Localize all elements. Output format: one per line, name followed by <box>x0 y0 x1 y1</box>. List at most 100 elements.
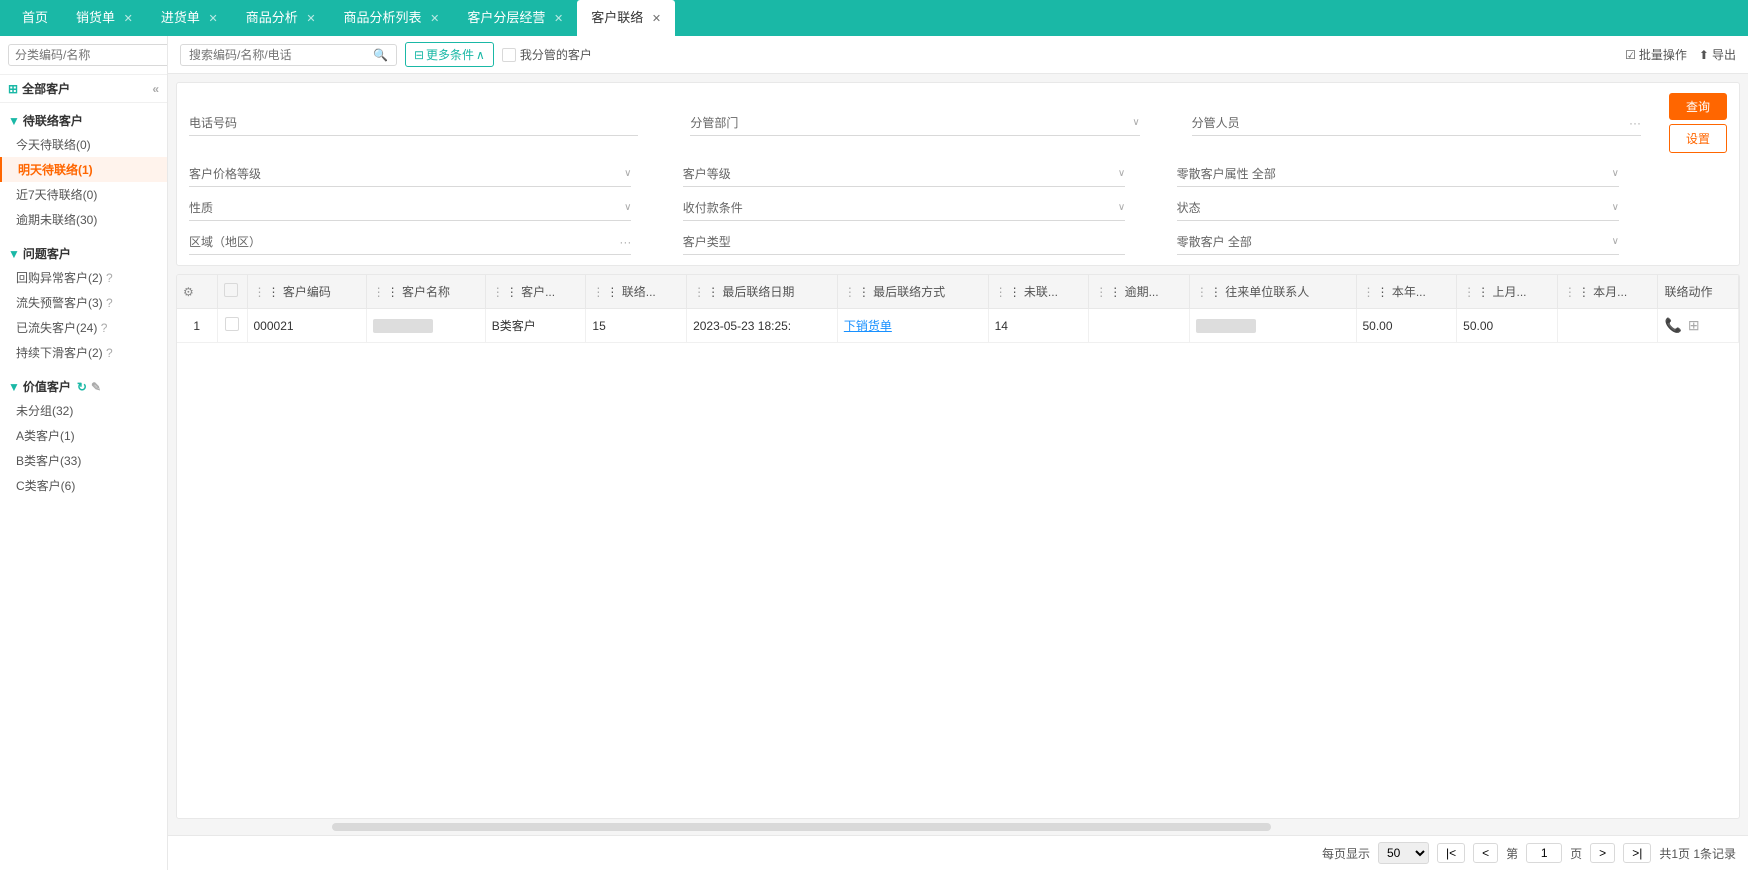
action-phone-icon[interactable]: 📞 <box>1664 317 1681 334</box>
th-contact-person[interactable]: ⋮ 往来单位联系人 <box>1189 275 1356 309</box>
filter-icon: ⊟ <box>414 48 424 62</box>
sidebar-item-7days[interactable]: 近7天待联络(0) <box>0 182 167 207</box>
td-checkbox[interactable] <box>217 309 247 343</box>
filter-price-level-arrow[interactable]: ∨ <box>624 168 631 179</box>
nav-analysis-list-close[interactable]: ✕ <box>430 13 439 25</box>
export-icon: ⬆ <box>1699 48 1709 62</box>
gear-icon[interactable]: ⚙ <box>183 285 194 299</box>
nav-analysis-close[interactable]: ✕ <box>306 13 315 25</box>
th-last-month[interactable]: ⋮ 上月... <box>1457 275 1558 309</box>
nav-home[interactable]: 首页 <box>8 0 62 36</box>
prev-page-btn[interactable]: < <box>1473 843 1498 863</box>
filter-region-dots[interactable]: ··· <box>619 235 631 249</box>
sidebar-item-class-a[interactable]: A类客户(1) <box>0 423 167 448</box>
sidebar-item-today[interactable]: 今天待联络(0) <box>0 132 167 157</box>
th-uncontacted[interactable]: ⋮ 未联... <box>988 275 1089 309</box>
td-num: 1 <box>177 309 217 343</box>
filter-customer-type-label: 客户类型 <box>683 233 743 250</box>
last-method-link[interactable]: 下销货单 <box>844 319 892 333</box>
my-customer-check[interactable] <box>502 48 516 62</box>
next-page-btn[interactable]: > <box>1590 843 1615 863</box>
export-btn[interactable]: ⬆ 导出 <box>1699 46 1736 63</box>
filter-status-input[interactable] <box>1245 201 1612 215</box>
th-contact-count[interactable]: ⋮ 联络... <box>586 275 687 309</box>
filter-retail-arrow[interactable]: ∨ <box>1612 236 1619 247</box>
th-settings[interactable]: ⚙ <box>177 275 217 309</box>
filter-payment-input[interactable] <box>751 201 1118 215</box>
page-number-input[interactable] <box>1526 843 1562 863</box>
filter-price-level-input[interactable] <box>269 167 624 181</box>
filter-region-input[interactable] <box>269 235 619 249</box>
td-last-method[interactable]: 下销货单 <box>837 309 988 343</box>
sidebar-item-ungrouped[interactable]: 未分组(32) <box>0 398 167 423</box>
th-overdue[interactable]: ⋮ 逾期... <box>1089 275 1190 309</box>
sidebar-group-problem-title[interactable]: ▼ 问题客户 <box>0 240 167 265</box>
sidebar-item-churned[interactable]: 已流失客户(24) ? <box>0 315 167 340</box>
th-last-date[interactable]: ⋮ 最后联络日期 <box>687 275 838 309</box>
my-customer-label: 我分管的客户 <box>520 46 592 63</box>
filter-dept-arrow[interactable]: ∨ <box>1132 117 1139 128</box>
filter-payment-arrow[interactable]: ∨ <box>1118 202 1125 213</box>
sidebar-all-customers[interactable]: ⊞ 全部客户 « <box>0 75 167 103</box>
filter-retail-attr-input[interactable] <box>1284 167 1612 181</box>
filter-retail-input[interactable] <box>1260 235 1612 249</box>
sidebar-item-class-c[interactable]: C类客户(6) <box>0 473 167 498</box>
filter-nature-arrow[interactable]: ∨ <box>624 202 631 213</box>
query-btn[interactable]: 查询 <box>1669 93 1727 120</box>
nav-analysis[interactable]: 商品分析 ✕ <box>232 0 330 36</box>
th-code[interactable]: ⋮ 客户编码 <box>247 275 366 309</box>
value-edit-icon[interactable]: ✎ <box>91 380 101 394</box>
nav-purchase[interactable]: 进货单 ✕ <box>147 0 232 36</box>
horizontal-scrollbar[interactable] <box>332 823 1270 831</box>
action-grid-icon[interactable]: ⊞ <box>1688 317 1700 334</box>
my-customer-checkbox[interactable]: 我分管的客户 <box>502 46 592 63</box>
sidebar-item-churn-warning[interactable]: 流失预警客户(3) ? <box>0 290 167 315</box>
last-page-btn[interactable]: >| <box>1623 843 1651 863</box>
nav-purchase-close[interactable]: ✕ <box>208 13 217 25</box>
search-icon[interactable]: 🔍 <box>373 48 388 62</box>
filter-retail-attr-arrow[interactable]: ∨ <box>1612 168 1619 179</box>
sidebar-search-input[interactable] <box>8 44 168 66</box>
filter-customer-level-input[interactable] <box>751 167 1118 181</box>
nav-sales-close[interactable]: ✕ <box>124 13 133 25</box>
filter-nature-input[interactable] <box>257 201 624 215</box>
toolbar: 🔍 ⊟ 更多条件 ∧ 我分管的客户 ☑ 批量操作 ⬆ 导出 <box>168 36 1748 74</box>
nav-analysis-list[interactable]: 商品分析列表 ✕ <box>330 0 454 36</box>
filter-customer-type-input[interactable] <box>751 235 1125 249</box>
header-checkbox[interactable] <box>224 283 238 297</box>
th-this-year[interactable]: ⋮ 本年... <box>1356 275 1457 309</box>
filter-person-dots[interactable]: ··· <box>1629 116 1641 130</box>
sidebar-item-declining[interactable]: 持续下滑客户(2) ? <box>0 340 167 365</box>
nav-customer-contact-close[interactable]: ✕ <box>652 13 661 25</box>
sidebar-collapse-icon[interactable]: « <box>152 82 159 96</box>
td-type: B类客户 <box>485 309 586 343</box>
th-last-method[interactable]: ⋮ 最后联络方式 <box>837 275 988 309</box>
more-filter-btn[interactable]: ⊟ 更多条件 ∧ <box>405 42 494 67</box>
th-checkbox[interactable] <box>217 275 247 309</box>
nav-customer-tier[interactable]: 客户分层经营 ✕ <box>453 0 577 36</box>
batch-op-btn[interactable]: ☑ 批量操作 <box>1625 46 1687 63</box>
sidebar-item-class-b[interactable]: B类客户(33) <box>0 448 167 473</box>
filter-dept-input[interactable] <box>758 116 1132 130</box>
nav-customer-contact[interactable]: 客户联络 ✕ <box>577 0 675 36</box>
filter-customer-level-arrow[interactable]: ∨ <box>1118 168 1125 179</box>
filter-phone-input[interactable] <box>257 116 638 130</box>
sidebar-item-tomorrow[interactable]: 明天待联络(1) <box>0 157 167 182</box>
sidebar-group-value-title[interactable]: ▼ 价值客户 ↻ ✎ <box>0 373 167 398</box>
th-type[interactable]: ⋮ 客户... <box>485 275 586 309</box>
sidebar-item-overdue[interactable]: 逾期未联络(30) <box>0 207 167 232</box>
first-page-btn[interactable]: |< <box>1437 843 1465 863</box>
sidebar-group-pending-title[interactable]: ▼ 待联络客户 <box>0 107 167 132</box>
th-name[interactable]: ⋮ 客户名称 <box>366 275 485 309</box>
page-size-select[interactable]: 50 100 200 <box>1378 842 1429 864</box>
row-checkbox[interactable] <box>225 317 239 331</box>
reset-btn[interactable]: 设置 <box>1669 124 1727 153</box>
th-this-month[interactable]: ⋮ 本月... <box>1557 275 1658 309</box>
filter-person-input[interactable] <box>1260 116 1629 130</box>
nav-sales[interactable]: 销货单 ✕ <box>62 0 147 36</box>
search-input[interactable] <box>189 48 369 62</box>
filter-status-arrow[interactable]: ∨ <box>1612 202 1619 213</box>
nav-customer-tier-close[interactable]: ✕ <box>554 13 563 25</box>
sidebar-item-abnormal-repurchase[interactable]: 回购异常客户(2) ? <box>0 265 167 290</box>
value-refresh-icon[interactable]: ↻ <box>77 380 87 394</box>
